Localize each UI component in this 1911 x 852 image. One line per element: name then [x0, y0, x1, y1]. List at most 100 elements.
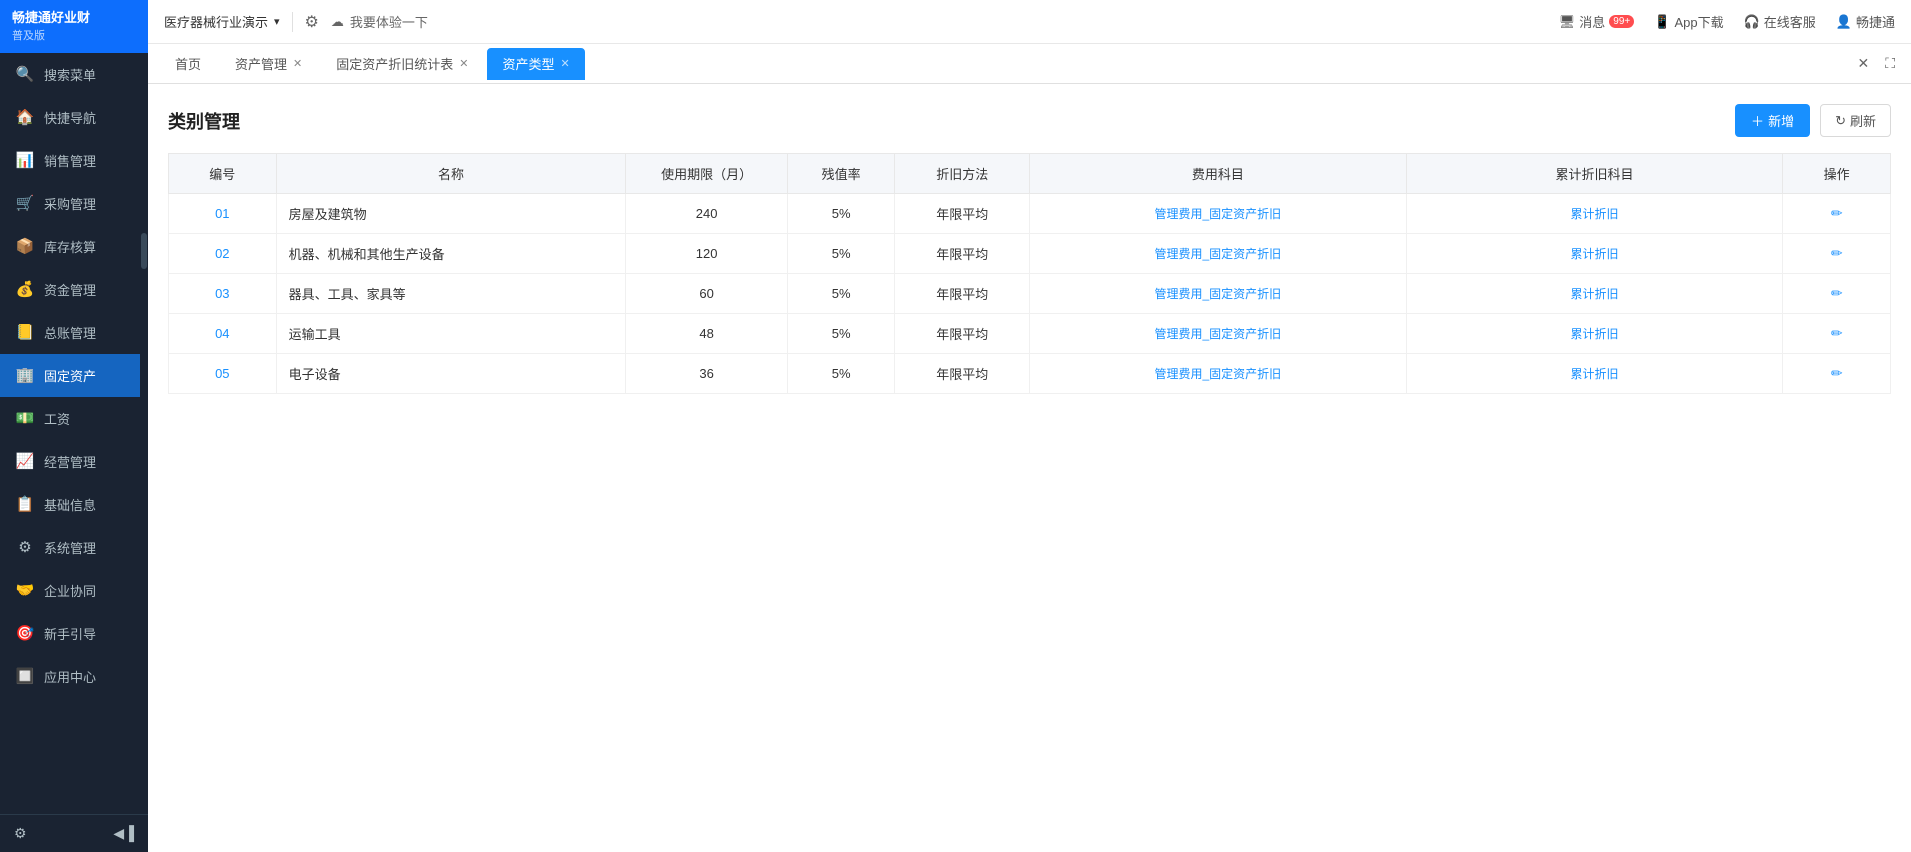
page-content: 类别管理 ＋ 新增 ↻ 刷新 编号 名称 使用期限（月） 残值率	[148, 84, 1911, 852]
sidebar-item-inventory[interactable]: 📦 库存核算	[0, 225, 140, 268]
headset-icon: 🎧	[1744, 14, 1760, 30]
tab-asset-management[interactable]: 资产管理 ✕	[220, 48, 317, 80]
sidebar-item-label: 固定资产	[44, 366, 96, 385]
user-label: 畅捷通	[1856, 12, 1895, 31]
sidebar-item-label: 采购管理	[44, 194, 96, 213]
cell-accum: 累计折旧	[1406, 194, 1783, 234]
refresh-btn[interactable]: ↻ 刷新	[1820, 104, 1891, 137]
sidebar-nav: 🔍 搜索菜单 🏠 快捷导航 📊 销售管理 🛒 采购管理 📦 库存核算 💰	[0, 53, 140, 814]
category-table: 编号 名称 使用期限（月） 残值率 折旧方法 费用科目 累计折旧科目 操作 01…	[168, 153, 1891, 394]
app-name: 畅捷通好业财	[12, 10, 90, 27]
table-row: 01 房屋及建筑物 240 5% 年限平均 管理费用_固定资产折旧 累计折旧 ✏	[169, 194, 1891, 234]
user-icon: 👤	[1836, 14, 1852, 30]
maximize-btn[interactable]: ⛶	[1881, 51, 1899, 76]
chevron-down-icon: ▾	[274, 15, 280, 28]
gear-icon[interactable]: ⚙	[305, 12, 319, 32]
tab-depreciation-close[interactable]: ✕	[459, 57, 468, 70]
close-window-btn[interactable]: ✕	[1853, 51, 1873, 76]
box-icon: 📦	[16, 237, 34, 255]
sidebar-item-label: 快捷导航	[44, 108, 96, 127]
customer-service-label: 在线客服	[1764, 12, 1816, 31]
settings-footer-icon[interactable]: ⚙	[14, 825, 27, 842]
refresh-icon: ↻	[1835, 113, 1846, 129]
trial-btn[interactable]: ☁ 我要体验一下	[331, 12, 428, 31]
trial-label: 我要体验一下	[350, 12, 428, 31]
topbar: 医疗器械行业演示 ▾ ⚙ ☁ 我要体验一下 🖥 消息 99+ 📱 App下载 🎧…	[148, 0, 1911, 44]
ops-icon: 📈	[16, 452, 34, 470]
industry-label: 医疗器械行业演示	[164, 12, 268, 31]
sidebar-item-capital[interactable]: 💰 资金管理	[0, 268, 140, 311]
cell-residual: 5%	[787, 234, 895, 274]
edit-btn[interactable]: ✏	[1831, 285, 1843, 301]
tab-asset-type-close[interactable]: ✕	[561, 57, 570, 70]
cell-residual: 5%	[787, 354, 895, 394]
customer-service-btn[interactable]: 🎧 在线客服	[1744, 12, 1816, 31]
app-download-btn[interactable]: 📱 App下载	[1654, 12, 1723, 31]
sidebar-item-cooperation[interactable]: 🤝 企业协同	[0, 569, 140, 612]
edit-btn[interactable]: ✏	[1831, 365, 1843, 381]
sidebar-item-guide[interactable]: 🎯 新手引导	[0, 612, 140, 655]
cell-code: 05	[169, 354, 277, 394]
tab-home-label: 首页	[175, 54, 201, 73]
sidebar-item-apps[interactable]: 🔲 应用中心	[0, 655, 140, 698]
tab-asset-type-label: 资产类型	[502, 54, 554, 73]
tab-home[interactable]: 首页	[160, 48, 216, 80]
edit-btn[interactable]: ✏	[1831, 205, 1843, 221]
cell-fee: 管理费用_固定资产折旧	[1030, 274, 1407, 314]
tab-asset-type[interactable]: 资产类型 ✕	[487, 48, 584, 80]
cell-fee: 管理费用_固定资产折旧	[1030, 194, 1407, 234]
sidebar-item-ledger[interactable]: 📒 总账管理	[0, 311, 140, 354]
notification-btn[interactable]: 🖥 消息 99+	[1559, 12, 1635, 31]
collapse-icon[interactable]: ◀▐	[113, 825, 134, 842]
cell-period: 240	[626, 194, 787, 234]
sidebar-item-sales[interactable]: 📊 销售管理	[0, 139, 140, 182]
tab-depreciation-label: 固定资产折旧统计表	[336, 54, 453, 73]
scrollbar-thumb	[141, 233, 147, 269]
plus-icon: ＋	[1751, 111, 1764, 130]
sidebar-item-operations[interactable]: 📈 经营管理	[0, 440, 140, 483]
cell-period: 48	[626, 314, 787, 354]
refresh-btn-label: 刷新	[1850, 111, 1876, 130]
cell-accum: 累计折旧	[1406, 354, 1783, 394]
sidebar-item-salary[interactable]: 💵 工资	[0, 397, 140, 440]
sidebar-item-fixed[interactable]: 🏢 固定资产	[0, 354, 140, 397]
sidebar-item-system[interactable]: ⚙ 系统管理	[0, 526, 140, 569]
new-btn[interactable]: ＋ 新增	[1735, 104, 1810, 137]
cell-period: 36	[626, 354, 787, 394]
sidebar-item-purchase[interactable]: 🛒 采购管理	[0, 182, 140, 225]
app-download-label: App下载	[1674, 12, 1723, 31]
cell-name: 电子设备	[276, 354, 626, 394]
sidebar: 畅捷通好业财 普及版 🔍 搜索菜单 🏠 快捷导航 📊 销售管理 🛒 采购管理	[0, 0, 148, 852]
industry-selector[interactable]: 医疗器械行业演示 ▾	[164, 12, 280, 31]
sidebar-item-label: 库存核算	[44, 237, 96, 256]
sidebar-scrollbar[interactable]	[140, 53, 148, 814]
col-code: 编号	[169, 154, 277, 194]
tab-depreciation-table[interactable]: 固定资产折旧统计表 ✕	[321, 48, 483, 80]
apps-icon: 🔲	[16, 667, 34, 685]
tabbar: 首页 资产管理 ✕ 固定资产折旧统计表 ✕ 资产类型 ✕ ✕ ⛶	[148, 44, 1911, 84]
sidebar-item-label: 系统管理	[44, 538, 96, 557]
main-area: 医疗器械行业演示 ▾ ⚙ ☁ 我要体验一下 🖥 消息 99+ 📱 App下载 🎧…	[148, 0, 1911, 852]
cell-name: 运输工具	[276, 314, 626, 354]
table-row: 02 机器、机械和其他生产设备 120 5% 年限平均 管理费用_固定资产折旧 …	[169, 234, 1891, 274]
sidebar-item-search[interactable]: 🔍 搜索菜单	[0, 53, 140, 96]
tab-asset-management-close[interactable]: ✕	[293, 57, 302, 70]
cloud-icon: ☁	[331, 14, 344, 30]
cell-accum: 累计折旧	[1406, 274, 1783, 314]
sidebar-item-quicknav[interactable]: 🏠 快捷导航	[0, 96, 140, 139]
page-title: 类别管理	[168, 108, 240, 134]
edit-btn[interactable]: ✏	[1831, 245, 1843, 261]
sidebar-item-label: 工资	[44, 409, 70, 428]
table-row: 05 电子设备 36 5% 年限平均 管理费用_固定资产折旧 累计折旧 ✏	[169, 354, 1891, 394]
notification-label: 消息	[1579, 12, 1605, 31]
cell-fee: 管理费用_固定资产折旧	[1030, 354, 1407, 394]
table-header-row: 编号 名称 使用期限（月） 残值率 折旧方法 费用科目 累计折旧科目 操作	[169, 154, 1891, 194]
edit-btn[interactable]: ✏	[1831, 325, 1843, 341]
sidebar-header: 畅捷通好业财 普及版	[0, 0, 148, 53]
table-row: 03 器具、工具、家具等 60 5% 年限平均 管理费用_固定资产折旧 累计折旧…	[169, 274, 1891, 314]
col-accum: 累计折旧科目	[1406, 154, 1783, 194]
user-btn[interactable]: 👤 畅捷通	[1836, 12, 1895, 31]
cell-name: 器具、工具、家具等	[276, 274, 626, 314]
bell-icon: 🖥	[1559, 14, 1576, 30]
sidebar-item-basic[interactable]: 📋 基础信息	[0, 483, 140, 526]
